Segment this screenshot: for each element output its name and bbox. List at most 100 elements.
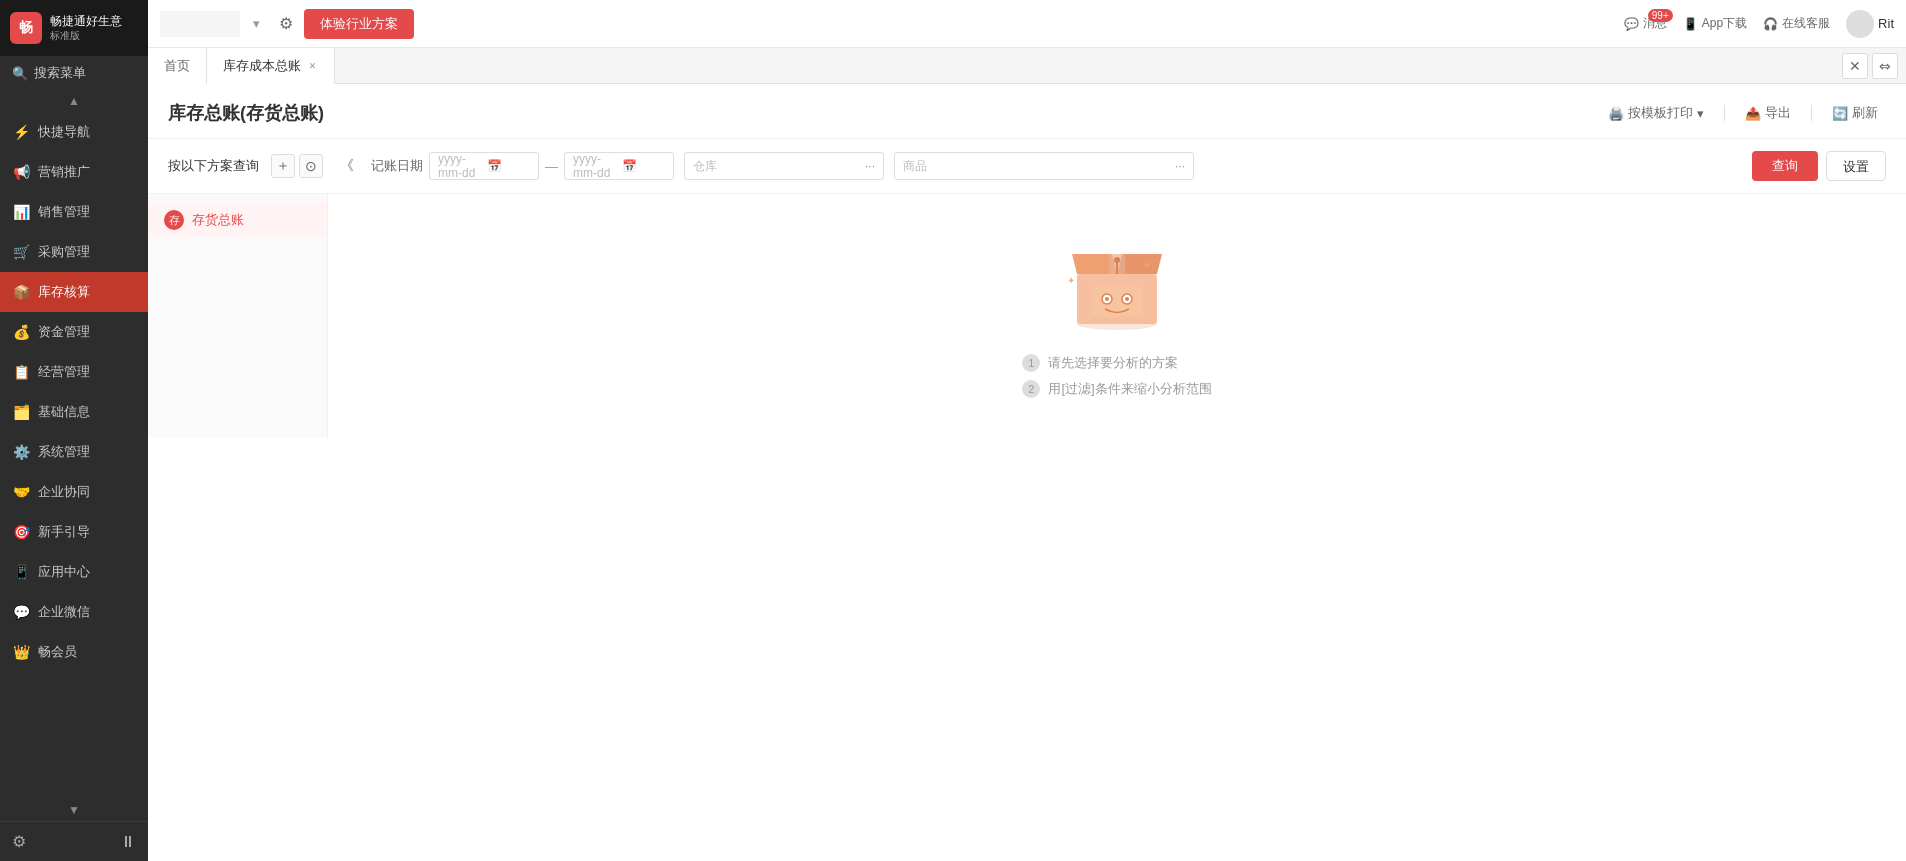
query-btn[interactable]: 查询	[1752, 151, 1818, 181]
sidebar-item-label: 新手引导	[38, 523, 90, 541]
search-icon: 🔍	[12, 66, 28, 81]
user-info[interactable]: Rit	[1846, 10, 1894, 38]
tab-close-all-btn[interactable]: ✕	[1842, 53, 1868, 79]
scheme-icon: 存	[164, 210, 184, 230]
page-header-actions: 🖨️ 按模板打印 ▾ 📤 导出 🔄 刷新	[1600, 100, 1886, 126]
sidebar-item-system[interactable]: ⚙️ 系统管理	[0, 432, 148, 472]
print-label: 按模板打印	[1628, 104, 1693, 122]
tab-right-btns: ✕ ⇔	[1842, 53, 1906, 79]
tab-close-btn[interactable]: ×	[307, 58, 318, 74]
svg-point-11	[1114, 257, 1120, 263]
logo-icon: 畅	[10, 12, 42, 44]
sidebar-item-sales[interactable]: 📊 销售管理	[0, 192, 148, 232]
refresh-btn[interactable]: 🔄 刷新	[1824, 100, 1886, 126]
sidebar-item-label: 销售管理	[38, 203, 90, 221]
divider-1	[1724, 105, 1725, 121]
filter-label: 按以下方案查询	[168, 157, 259, 175]
product-placeholder: 商品	[903, 158, 1169, 175]
sidebar-item-marketing[interactable]: 📢 营销推广	[0, 152, 148, 192]
svg-point-9	[1125, 297, 1129, 301]
hint-item-1: 1 请先选择要分析的方案	[1022, 354, 1211, 372]
warehouse-select[interactable]: 仓库 ···	[684, 152, 884, 180]
scroll-down-btn[interactable]: ▼	[0, 799, 148, 821]
sidebar-item-app-center[interactable]: 📱 应用中心	[0, 552, 148, 592]
empty-svg: ✦ ✦	[1057, 234, 1177, 334]
sidebar-item-basic[interactable]: 🗂️ 基础信息	[0, 392, 148, 432]
page-header: 库存总账(存货总账) 🖨️ 按模板打印 ▾ 📤 导出 🔄	[148, 84, 1906, 139]
hint-text-1: 请先选择要分析的方案	[1048, 354, 1178, 372]
settings-btn[interactable]: 设置	[1826, 151, 1886, 181]
calendar-icon-end: 📅	[622, 159, 665, 173]
date-start-placeholder: yyyy-mm-dd	[438, 152, 481, 180]
tab-home-label: 首页	[164, 57, 190, 75]
svg-rect-5	[1092, 286, 1142, 316]
tab-active-label: 库存成本总账	[223, 57, 301, 75]
app-download-btn[interactable]: 📱 App下载	[1683, 15, 1747, 32]
system-icon: ⚙️	[12, 443, 30, 461]
svg-point-8	[1105, 297, 1109, 301]
tab-menu-btn[interactable]: ⇔	[1872, 53, 1898, 79]
filter-edit-btn[interactable]: ⊙	[299, 154, 323, 178]
breadcrumb-dropdown-btn[interactable]: ▾	[244, 12, 268, 36]
app-center-icon: 📱	[12, 563, 30, 581]
sidebar-item-label: 应用中心	[38, 563, 90, 581]
print-dropdown-icon: ▾	[1697, 106, 1704, 121]
search-menu-label: 搜索菜单	[34, 64, 86, 82]
export-btn[interactable]: 📤 导出	[1737, 100, 1799, 126]
scroll-up-btn[interactable]: ▲	[0, 90, 148, 112]
sidebar-item-purchase[interactable]: 🛒 采购管理	[0, 232, 148, 272]
tab-home[interactable]: 首页	[148, 48, 207, 84]
basic-icon: 🗂️	[12, 403, 30, 421]
quick-nav-icon: ⚡	[12, 123, 30, 141]
sales-icon: 📊	[12, 203, 30, 221]
sidebar-item-guide[interactable]: 🎯 新手引导	[0, 512, 148, 552]
sidebar-item-cooperation[interactable]: 🤝 企业协同	[0, 472, 148, 512]
empty-state: ✦ ✦ 1 请先选择要分析的方案 2 用[过滤]条件来缩小分析范围	[1022, 234, 1211, 398]
industry-solution-btn[interactable]: 体验行业方案	[304, 9, 414, 39]
print-btn[interactable]: 🖨️ 按模板打印 ▾	[1600, 100, 1712, 126]
sidebar-item-inventory[interactable]: 📦 库存核算	[0, 272, 148, 312]
calendar-icon-start: 📅	[487, 159, 530, 173]
tabs-bar: 首页 库存成本总账 × ✕ ⇔	[148, 48, 1906, 84]
tab-inventory-ledger[interactable]: 库存成本总账 ×	[207, 48, 335, 84]
search-menu-item[interactable]: 🔍 搜索菜单	[0, 56, 148, 90]
sidebar-item-label: 畅会员	[38, 643, 77, 661]
topbar-settings-btn[interactable]: ⚙	[272, 10, 300, 38]
filter-add-btn[interactable]: ＋	[271, 154, 295, 178]
message-btn[interactable]: 💬 消息 99+	[1624, 15, 1667, 32]
action-btns: 查询 设置	[1752, 151, 1886, 181]
date-end-input[interactable]: yyyy-mm-dd 📅	[564, 152, 674, 180]
sidebar-item-operation[interactable]: 📋 经营管理	[0, 352, 148, 392]
filter-add-btns: ＋ ⊙	[271, 154, 323, 178]
wechat-icon: 💬	[12, 603, 30, 621]
filter-collapse-btn[interactable]: 《	[335, 154, 359, 178]
sidebar-item-label: 营销推广	[38, 163, 90, 181]
sidebar-item-wechat[interactable]: 💬 企业微信	[0, 592, 148, 632]
settings-icon[interactable]: ⚙	[12, 832, 26, 851]
date-start-input[interactable]: yyyy-mm-dd 📅	[429, 152, 539, 180]
scheme-panel: 存 存货总账	[148, 194, 1906, 438]
product-select[interactable]: 商品 ···	[894, 152, 1194, 180]
main-area: ▾ ⚙ 体验行业方案 💬 消息 99+ 📱 App下载 🎧 在线客服 Rit	[148, 0, 1906, 861]
scheme-item-label: 存货总账	[192, 211, 244, 229]
page-content: 库存总账(存货总账) 🖨️ 按模板打印 ▾ 📤 导出 🔄	[148, 84, 1906, 861]
member-icon: 👑	[12, 643, 30, 661]
collapse-icon[interactable]: ⏸	[120, 833, 136, 851]
topbar-nav: ▾ ⚙ 体验行业方案	[160, 9, 1616, 39]
topbar: ▾ ⚙ 体验行业方案 💬 消息 99+ 📱 App下载 🎧 在线客服 Rit	[148, 0, 1906, 48]
breadcrumb	[160, 11, 240, 37]
online-support-btn[interactable]: 🎧 在线客服	[1763, 15, 1830, 32]
empty-illustration: ✦ ✦	[1057, 234, 1177, 334]
product-filter-group: 商品 ···	[894, 152, 1194, 180]
app-badge: 标准版	[50, 29, 122, 43]
sidebar-item-member[interactable]: 👑 畅会员	[0, 632, 148, 672]
logo-text: 畅捷通好生意 标准版	[50, 13, 122, 44]
page-inner: 库存总账(存货总账) 🖨️ 按模板打印 ▾ 📤 导出 🔄	[148, 84, 1906, 861]
date-filter-group: 记账日期 yyyy-mm-dd 📅 — yyyy-mm-dd 📅	[371, 152, 674, 180]
scheme-sidebar: 存 存货总账	[148, 194, 328, 438]
scheme-item-inventory-ledger[interactable]: 存 存货总账	[148, 202, 327, 238]
sidebar-item-finance[interactable]: 💰 资金管理	[0, 312, 148, 352]
hint-num-2: 2	[1022, 380, 1040, 398]
sidebar-item-quick-nav[interactable]: ⚡ 快捷导航	[0, 112, 148, 152]
divider-2	[1811, 105, 1812, 121]
